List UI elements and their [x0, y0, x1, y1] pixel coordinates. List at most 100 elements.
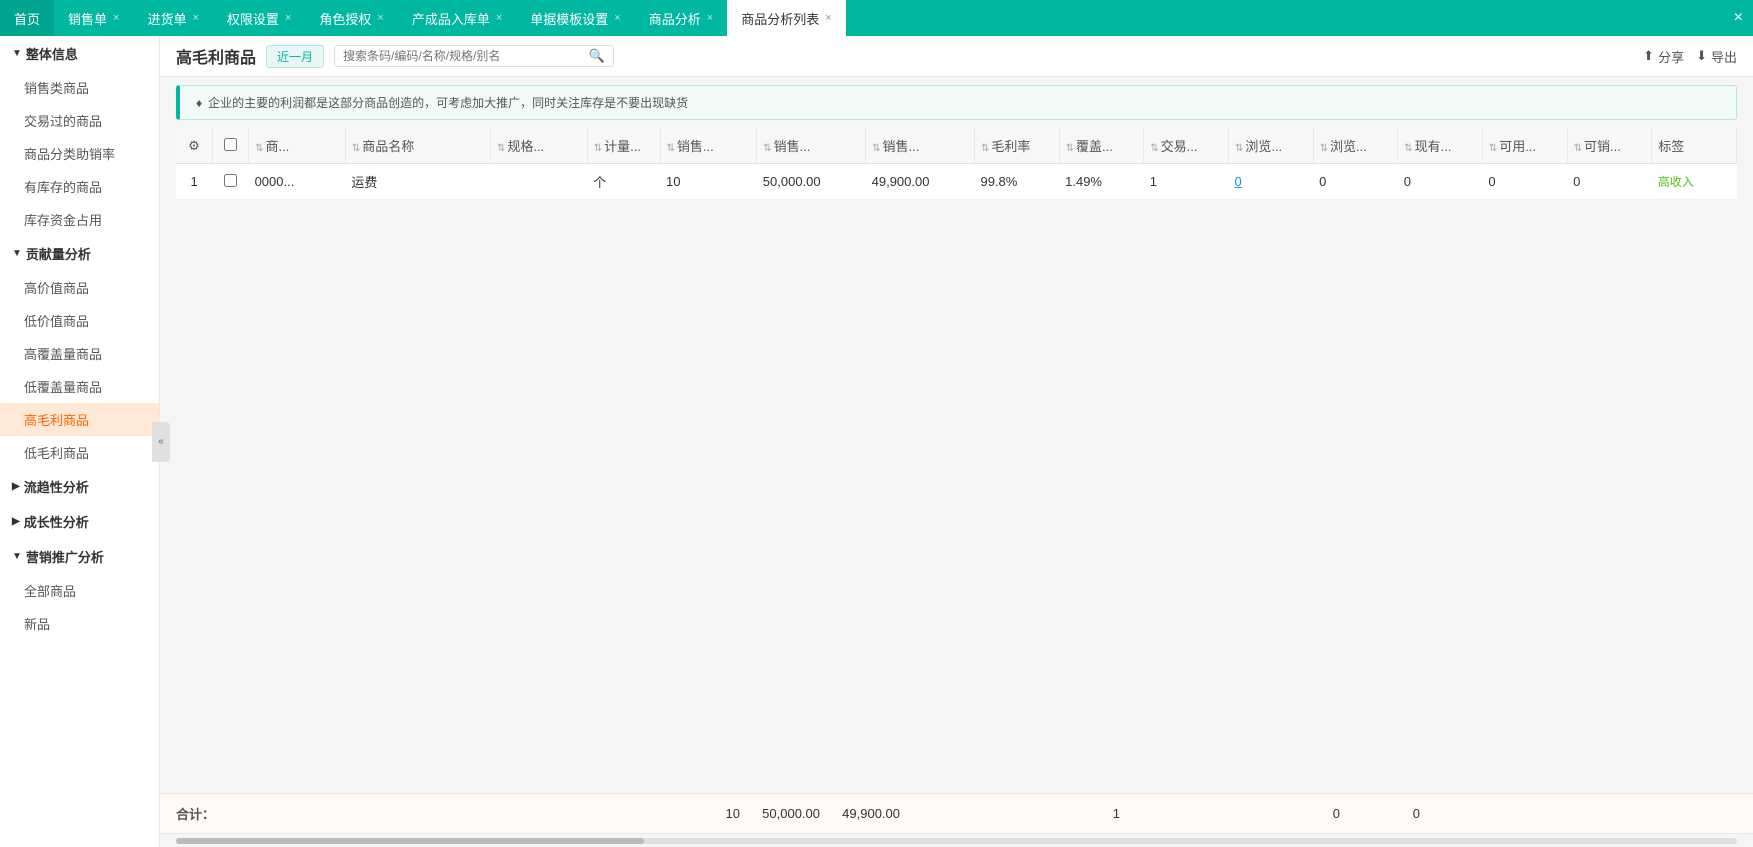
sidebar-group-growth[interactable]: ▶ 成长性分析: [0, 504, 159, 539]
col-unit[interactable]: ⇅计量...: [587, 128, 660, 164]
sidebar-group-trend[interactable]: ▶ 流趋性分析: [0, 469, 159, 504]
nav-goods-analysis[interactable]: 商品分析 ×: [635, 0, 727, 36]
arrow-trend-icon: ▶: [12, 481, 20, 492]
cell-sales1: 10: [660, 164, 757, 200]
content-header: 高毛利商品 近一月 🔍 ⬆ 分享 ⬇ 导出: [160, 36, 1753, 77]
col-available[interactable]: ⇅可用...: [1482, 128, 1567, 164]
sidebar-item-traded-goods[interactable]: 交易过的商品: [0, 104, 159, 137]
info-bar: ♦ 企业的主要的利润都是这部分商品创造的，可考虑加大推广，同时关注库存是不要出现…: [176, 85, 1737, 120]
export-icon: ⬇: [1696, 48, 1707, 64]
arrow-contribution-icon: ▼: [12, 248, 22, 259]
sidebar-item-low-margin[interactable]: 低毛利商品: [0, 436, 159, 469]
horizontal-scrollbar[interactable]: [160, 833, 1753, 847]
cell-sales3: 49,900.00: [866, 164, 975, 200]
nav-home[interactable]: 首页: [0, 0, 54, 36]
info-text: 企业的主要的利润都是这部分商品创造的，可考虑加大推广，同时关注库存是不要出现缺货: [208, 94, 688, 111]
sidebar-collapse-button[interactable]: «: [152, 422, 170, 462]
col-saleable[interactable]: ⇅可销...: [1567, 128, 1652, 164]
footer-available: 0: [1346, 806, 1426, 821]
col-sales3[interactable]: ⇅销售...: [866, 128, 975, 164]
col-name[interactable]: ⇅商品名称: [345, 128, 490, 164]
cell-saleable: 0: [1567, 164, 1652, 200]
sidebar-group-overall[interactable]: ▼ 整体信息: [0, 36, 159, 71]
nav-purchase-label: 进货单: [147, 9, 186, 28]
data-table: ⚙ ⇅商... ⇅商品名称 ⇅规格... ⇅计量... ⇅销售... ⇅销售..…: [176, 128, 1737, 200]
sidebar-item-high-coverage[interactable]: 高覆盖量商品: [0, 337, 159, 370]
nav-template-settings[interactable]: 单据模板设置 ×: [516, 0, 634, 36]
sidebar-group-marketing-label: 营销推广分析: [26, 547, 104, 566]
main-layout: ▼ 整体信息 销售类商品 交易过的商品 商品分类助销率 有库存的商品 库存资金占…: [0, 36, 1753, 847]
col-tag: 标签: [1652, 128, 1737, 164]
col-code[interactable]: ⇅商...: [249, 128, 346, 164]
share-button[interactable]: ⬆ 分享: [1643, 47, 1684, 66]
nav-goods-analysis-close[interactable]: ×: [707, 12, 713, 24]
sidebar-item-high-value[interactable]: 高价值商品: [0, 271, 159, 304]
col-gross-rate[interactable]: ⇅毛利率: [974, 128, 1059, 164]
nav-template-label: 单据模板设置: [530, 9, 608, 28]
col-checkbox: [212, 128, 248, 164]
sidebar-item-in-stock[interactable]: 有库存的商品: [0, 170, 159, 203]
nav-purchase-order[interactable]: 进货单 ×: [133, 0, 212, 36]
cell-tag: 高收入: [1652, 164, 1737, 200]
nav-role-close[interactable]: ×: [377, 12, 383, 24]
table-header-row: ⚙ ⇅商... ⇅商品名称 ⇅规格... ⇅计量... ⇅销售... ⇅销售..…: [176, 128, 1737, 164]
col-spec[interactable]: ⇅规格...: [490, 128, 587, 164]
footer-sales2: 50,000.00: [746, 806, 826, 821]
nav-product-inbound[interactable]: 产成品入库单 ×: [398, 0, 516, 36]
nav-goods-analysis-list-close[interactable]: ×: [825, 12, 831, 24]
scrollbar-thumb[interactable]: [176, 838, 644, 844]
nav-role-auth[interactable]: 角色授权 ×: [305, 0, 397, 36]
export-label: 导出: [1711, 47, 1737, 66]
col-settings[interactable]: ⚙: [176, 128, 212, 164]
col-views2[interactable]: ⇅浏览...: [1313, 128, 1398, 164]
sidebar-item-high-margin[interactable]: 高毛利商品: [0, 403, 159, 436]
sidebar-group-marketing[interactable]: ▼ 营销推广分析: [0, 539, 159, 574]
footer-cells: 10 50,000.00 49,900.00 1 0 0: [236, 806, 1737, 821]
nav-purchase-close[interactable]: ×: [192, 12, 198, 24]
cell-views1[interactable]: 0: [1228, 164, 1313, 200]
nav-sales-close[interactable]: ×: [113, 12, 119, 24]
col-transactions[interactable]: ⇅交易...: [1144, 128, 1229, 164]
sidebar-item-low-coverage[interactable]: 低覆盖量商品: [0, 370, 159, 403]
export-button[interactable]: ⬇ 导出: [1696, 47, 1737, 66]
nav-sales-label: 销售单: [68, 9, 107, 28]
col-sales2[interactable]: ⇅销售...: [757, 128, 866, 164]
sidebar-item-sales-goods[interactable]: 销售类商品: [0, 71, 159, 104]
nav-close-all[interactable]: ×: [1734, 9, 1753, 27]
sidebar-group-trend-label: 流趋性分析: [24, 477, 89, 496]
nav-product-inbound-close[interactable]: ×: [496, 12, 502, 24]
col-coverage[interactable]: ⇅覆盖...: [1059, 128, 1144, 164]
arrow-growth-icon: ▶: [12, 516, 20, 527]
arrow-overall-icon: ▼: [12, 48, 22, 59]
search-icon[interactable]: 🔍: [589, 48, 605, 64]
filter-month-button[interactable]: 近一月: [266, 45, 324, 68]
cell-available: 0: [1482, 164, 1567, 200]
cell-checkbox[interactable]: [212, 164, 248, 200]
sidebar-item-new-goods[interactable]: 新品: [0, 607, 159, 640]
search-input[interactable]: [343, 49, 589, 63]
table-container: ⚙ ⇅商... ⇅商品名称 ⇅规格... ⇅计量... ⇅销售... ⇅销售..…: [160, 128, 1753, 793]
search-box: 🔍: [334, 45, 614, 67]
select-all-checkbox[interactable]: [224, 138, 237, 151]
col-views1[interactable]: ⇅浏览...: [1228, 128, 1313, 164]
content-area: 高毛利商品 近一月 🔍 ⬆ 分享 ⬇ 导出 ♦ 企业的主要的利润都是这部分商品创…: [160, 36, 1753, 847]
sidebar-group-contribution[interactable]: ▼ 贡献量分析: [0, 236, 159, 271]
nav-sales-order[interactable]: 销售单 ×: [54, 0, 133, 36]
nav-permission-close[interactable]: ×: [285, 12, 291, 24]
footer-transactions: 1: [1046, 806, 1126, 821]
row-checkbox[interactable]: [224, 174, 237, 187]
footer-sales1: 10: [666, 806, 746, 821]
nav-permission-settings[interactable]: 权限设置 ×: [213, 0, 305, 36]
sidebar-item-all-goods[interactable]: 全部商品: [0, 574, 159, 607]
nav-goods-analysis-list[interactable]: 商品分析列表 ×: [727, 0, 845, 36]
sidebar-item-low-value[interactable]: 低价值商品: [0, 304, 159, 337]
scrollbar-track[interactable]: [176, 838, 1737, 844]
col-current[interactable]: ⇅现有...: [1398, 128, 1483, 164]
header-actions: ⬆ 分享 ⬇ 导出: [1643, 47, 1737, 66]
nav-permission-label: 权限设置: [227, 9, 279, 28]
footer-current: 0: [1266, 806, 1346, 821]
col-sales1[interactable]: ⇅销售...: [660, 128, 757, 164]
sidebar-item-category-rate[interactable]: 商品分类助销率: [0, 137, 159, 170]
sidebar-item-stock-capital[interactable]: 库存资金占用: [0, 203, 159, 236]
nav-template-close[interactable]: ×: [614, 12, 620, 24]
